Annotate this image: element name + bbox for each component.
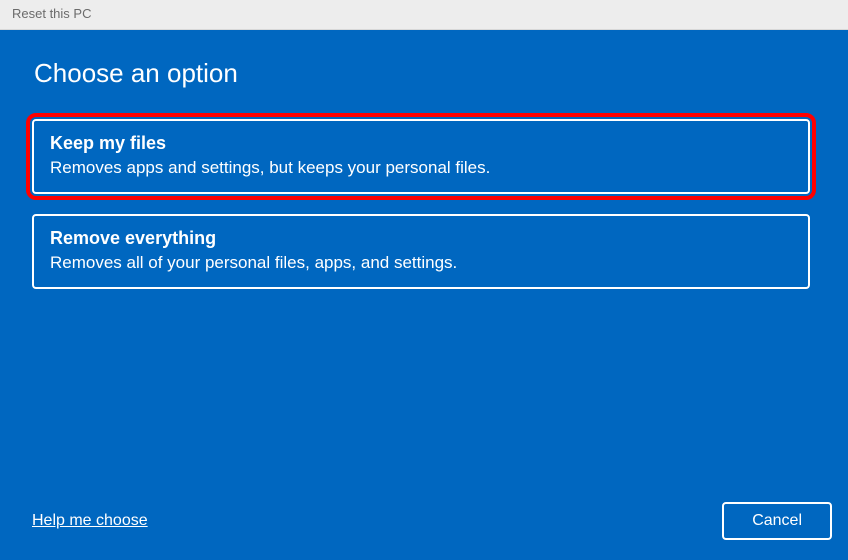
window-title: Reset this PC [12, 6, 91, 21]
option-remove-everything[interactable]: Remove everything Removes all of your pe… [32, 214, 810, 289]
cancel-button[interactable]: Cancel [722, 502, 832, 540]
main-panel: Choose an option Keep my files Removes a… [0, 30, 848, 560]
help-me-choose-link[interactable]: Help me choose [32, 512, 148, 530]
footer: Help me choose Cancel [32, 502, 832, 540]
option-title: Keep my files [50, 133, 792, 154]
options-list: Keep my files Removes apps and settings,… [32, 119, 816, 289]
option-keep-my-files[interactable]: Keep my files Removes apps and settings,… [32, 119, 810, 194]
page-title: Choose an option [34, 58, 816, 89]
option-description: Removes apps and settings, but keeps you… [50, 158, 792, 178]
option-description: Removes all of your personal files, apps… [50, 253, 792, 273]
window-titlebar: Reset this PC [0, 0, 848, 30]
option-title: Remove everything [50, 228, 792, 249]
